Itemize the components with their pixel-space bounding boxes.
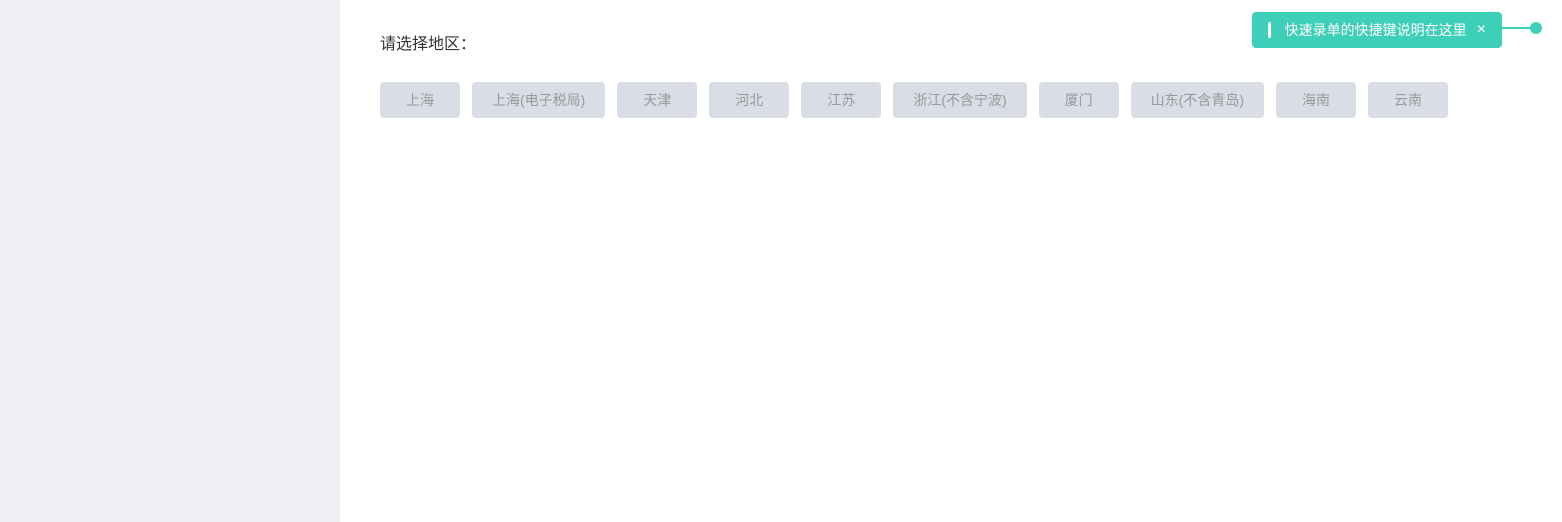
region-buttons-container: 上海上海(电子税局) 天津河北江苏浙江(不含宁波) 厦门山东(不含青岛) 海南云南 [380,82,1522,118]
tooltip-banner: 快速录单的快捷键说明在这里 × [1252,12,1502,48]
region-btn-yunnan[interactable]: 云南 [1368,82,1448,118]
region-btn-shandong[interactable]: 山东(不含青岛) [1131,82,1264,118]
region-btn-shanghai-etax[interactable]: 上海(电子税局) [472,82,605,118]
tooltip-connector-line [1500,27,1530,29]
region-btn-xiamen[interactable]: 厦门 [1039,82,1119,118]
region-btn-tianjin[interactable]: 天津 [617,82,697,118]
tooltip-close-button[interactable]: × [1477,22,1486,38]
left-sidebar [0,0,340,522]
region-btn-hainan[interactable]: 海南 [1276,82,1356,118]
region-btn-zhejiang[interactable]: 浙江(不含宁波) [893,82,1026,118]
tooltip-text: 快速录单的快捷键说明在这里 [1285,20,1467,40]
region-btn-jiangsu[interactable]: 江苏 [801,82,881,118]
tooltip-connector-dot [1530,22,1542,34]
region-btn-hebei[interactable]: 河北 [709,82,789,118]
region-btn-shanghai[interactable]: 上海 [380,82,460,118]
main-content: 请选择地区： 上海上海(电子税局)天津河北江苏浙江(不含宁波)厦门山东(不含青岛… [340,0,1562,522]
